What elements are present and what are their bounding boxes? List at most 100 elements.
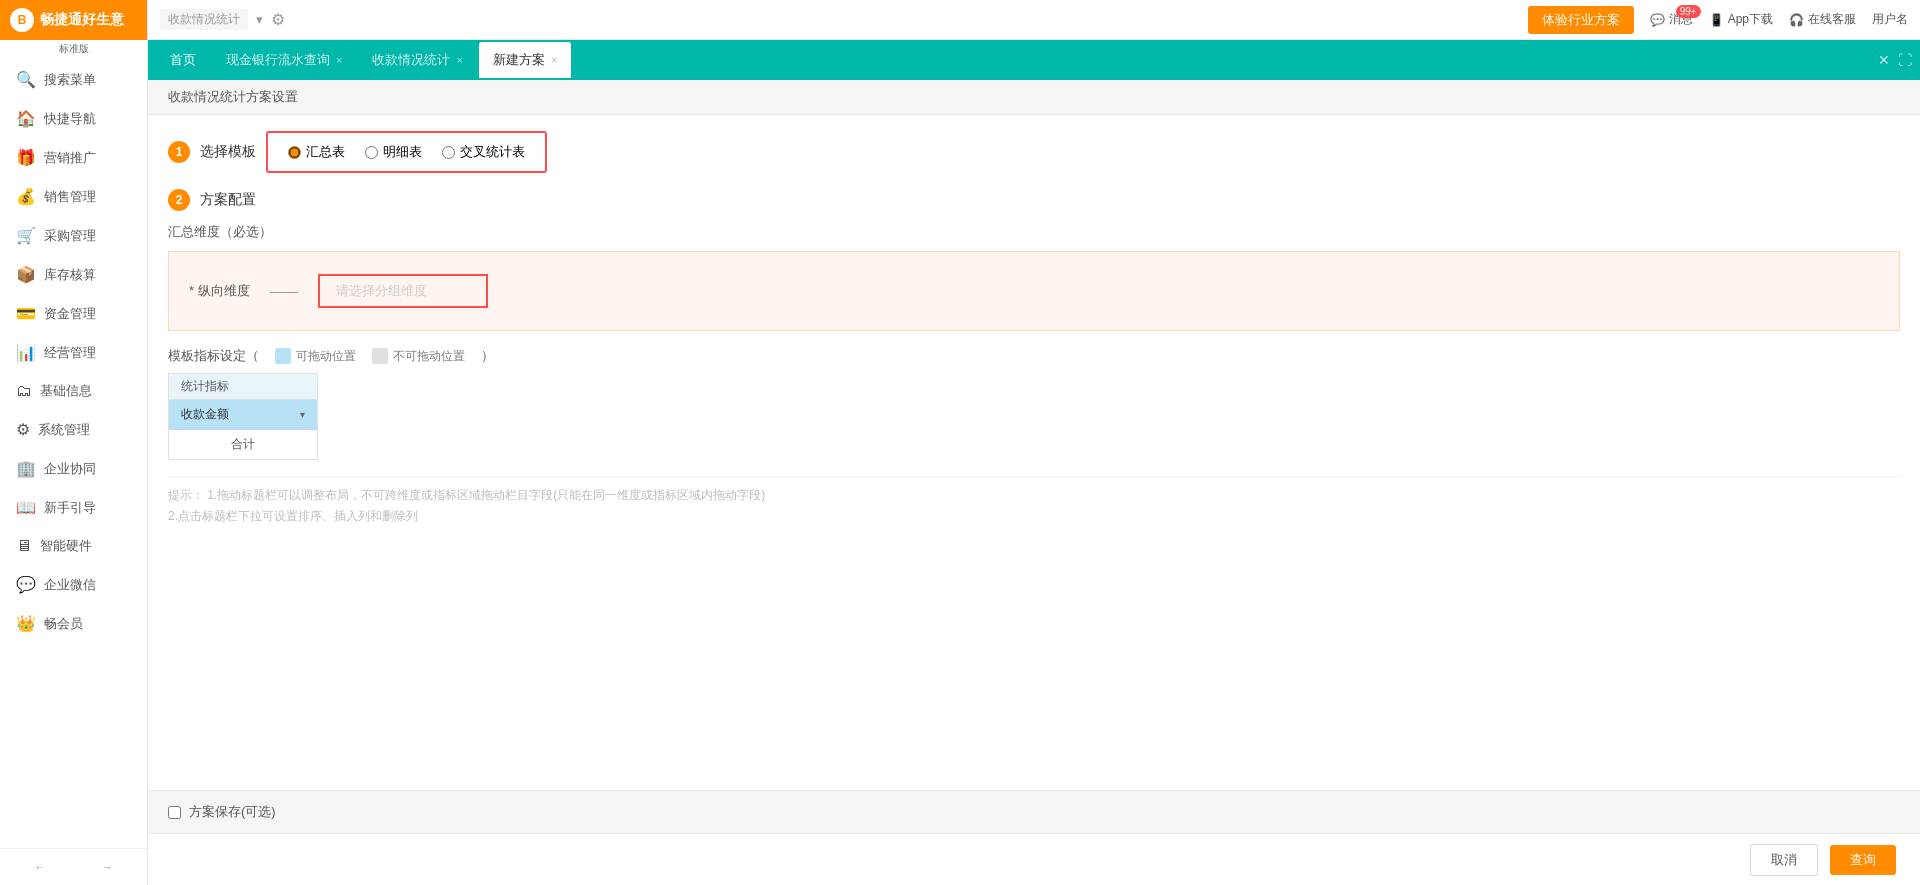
tab-receipt-stats-label: 收款情况统计 [372,51,450,69]
radio-detail-label: 明细表 [383,143,422,161]
sidebar-item-system[interactable]: ⚙ 系统管理 [0,410,147,449]
legend-draggable: 可拖动位置 [275,348,356,365]
sidebar-label-tutorial: 新手引导 [44,499,96,517]
message-item[interactable]: 💬 消息 99+ [1650,11,1693,28]
save-label: 方案保存(可选) [189,803,276,821]
window-maximize-icon[interactable]: ⛶ [1898,52,1912,68]
tab-receipt-stats-close[interactable]: × [456,54,462,66]
indicator-legend: 可拖动位置 不可拖动位置 ） [275,347,494,365]
indicator-section: 模板指标设定（ 可拖动位置 不可拖动位置 ） [168,347,1900,460]
tips-section: 提示： 1.拖动标题栏可以调整布局，不可跨维度或指标区域拖动栏目字段(只能在同一… [168,476,1900,539]
save-section: 方案保存(可选) [148,790,1920,833]
sidebar: B 畅捷通好生意 标准版 🔍 搜索菜单 🏠 快捷导航 🎁 营销推广 💰 销售管理… [0,0,148,885]
query-button[interactable]: 查询 [1830,845,1896,875]
sidebar-label-hardware: 智能硬件 [40,537,92,555]
download-item[interactable]: 📱 App下载 [1709,11,1773,28]
stats-amount-dropdown-icon[interactable]: ▾ [300,409,305,420]
sidebar-item-hardware[interactable]: 🖥 智能硬件 [0,527,147,565]
indicator-header: 模板指标设定（ 可拖动位置 不可拖动位置 ） [168,347,1900,365]
dimension-select[interactable]: 请选择分组维度 [318,274,488,308]
tip-2: 2.点击标题栏下拉可设置排序、插入列和删除列 [168,508,1900,525]
radio-summary-input[interactable] [288,146,301,159]
breadcrumb-dropdown-icon[interactable]: ▾ [256,12,263,27]
sidebar-item-member[interactable]: 👑 畅会员 [0,604,147,643]
vertical-dim-label: * 纵向维度 [189,282,250,300]
main-area: 收款情况统计 ▾ ⚙ 体验行业方案 💬 消息 99+ 📱 App下载 🎧 在线客… [148,0,1920,885]
username: 用户名 [1872,11,1908,28]
tab-receipt-stats[interactable]: 收款情况统计 × [358,42,476,78]
message-badge: 99+ [1676,5,1701,18]
stats-amount-label: 收款金额 [181,406,229,423]
service-icon: 🎧 [1789,13,1804,27]
radio-summary[interactable]: 汇总表 [288,143,345,161]
tab-new-plan[interactable]: 新建方案 × [479,42,571,78]
stats-total: 合计 [169,430,317,459]
sidebar-item-inventory[interactable]: 📦 库存核算 [0,255,147,294]
search-icon: 🔍 [16,70,36,89]
step2-section: 2 方案配置 汇总维度（必选） * 纵向维度 —— 请选择分组维度 [168,189,1900,539]
sidebar-label-wechat: 企业微信 [44,576,96,594]
folder-icon: 🗂 [16,382,32,400]
legend-draggable-label: 可拖动位置 [296,348,356,365]
industry-btn[interactable]: 体验行业方案 [1528,6,1634,34]
sidebar-item-tutorial[interactable]: 📖 新手引导 [0,488,147,527]
legend-non-draggable: 不可拖动位置 [372,348,465,365]
sidebar-item-sales[interactable]: 💰 销售管理 [0,177,147,216]
sidebar-label-quick-nav: 快捷导航 [44,110,96,128]
sidebar-item-finance[interactable]: 💳 资金管理 [0,294,147,333]
sidebar-label-marketing: 营销推广 [44,149,96,167]
content-area: 收款情况统计方案设置 1 选择模板 汇总表 [148,80,1920,833]
dimension-row: * 纵向维度 —— 请选择分组维度 [189,274,488,308]
sidebar-label-purchase: 采购管理 [44,227,96,245]
window-close-icon[interactable]: ✕ [1878,52,1890,68]
arrow-separator: —— [270,283,298,299]
sidebar-item-quick-nav[interactable]: 🏠 快捷导航 [0,99,147,138]
tab-bank-flow[interactable]: 现金银行流水查询 × [212,42,356,78]
sidebar-label-system: 系统管理 [38,421,90,439]
radio-summary-label: 汇总表 [306,143,345,161]
radio-cross[interactable]: 交叉统计表 [442,143,525,161]
sidebar-item-marketing[interactable]: 🎁 营销推广 [0,138,147,177]
sidebar-item-purchase[interactable]: 🛒 采购管理 [0,216,147,255]
sidebar-label-sales: 销售管理 [44,188,96,206]
cancel-button[interactable]: 取消 [1750,844,1818,876]
step1-section: 1 选择模板 汇总表 明细表 [168,131,1900,173]
money-icon: 💰 [16,187,36,206]
tab-new-plan-label: 新建方案 [493,51,545,69]
sidebar-collapse-right[interactable]: → [76,857,140,877]
header-actions: 体验行业方案 💬 消息 99+ 📱 App下载 🎧 在线客服 用户名 [1528,6,1908,34]
radio-cross-input[interactable] [442,146,455,159]
dimension-placeholder: 请选择分组维度 [336,282,427,300]
tab-new-plan-close[interactable]: × [551,54,557,66]
download-icon: 📱 [1709,13,1724,27]
radio-detail[interactable]: 明细表 [365,143,422,161]
box-icon: 📦 [16,265,36,284]
service-item[interactable]: 🎧 在线客服 [1789,11,1856,28]
tab-bank-flow-label: 现金银行流水查询 [226,51,330,69]
book-icon: 📖 [16,498,36,517]
tab-home[interactable]: 首页 [156,42,210,78]
legend-non-draggable-label: 不可拖动位置 [393,348,465,365]
tab-home-label: 首页 [170,51,196,69]
gift-icon: 🎁 [16,148,36,167]
stats-amount-cell[interactable]: 收款金额 ▾ [169,400,317,430]
sidebar-collapse-left[interactable]: ← [8,857,72,877]
breadcrumb: 收款情况统计 [160,9,248,30]
sidebar-item-enterprise[interactable]: 🏢 企业协同 [0,449,147,488]
monitor-icon: 🖥 [16,537,32,555]
step2-header: 2 方案配置 [168,189,1900,211]
radio-detail-input[interactable] [365,146,378,159]
crown-icon: 👑 [16,614,36,633]
save-checkbox[interactable] [168,806,181,819]
gear-icon: ⚙ [16,420,30,439]
sidebar-item-operations[interactable]: 📊 经营管理 [0,333,147,372]
indicator-title: 模板指标设定（ [168,347,259,365]
sidebar-item-search[interactable]: 🔍 搜索菜单 [0,60,147,99]
sidebar-version: 标准版 [0,40,147,60]
sidebar-item-basic-info[interactable]: 🗂 基础信息 [0,372,147,410]
tab-bank-flow-close[interactable]: × [336,54,342,66]
settings-icon[interactable]: ⚙ [271,10,285,29]
template-options: 汇总表 明细表 交叉统计表 [266,131,547,173]
chat-icon: 💬 [16,575,36,594]
sidebar-item-wechat[interactable]: 💬 企业微信 [0,565,147,604]
